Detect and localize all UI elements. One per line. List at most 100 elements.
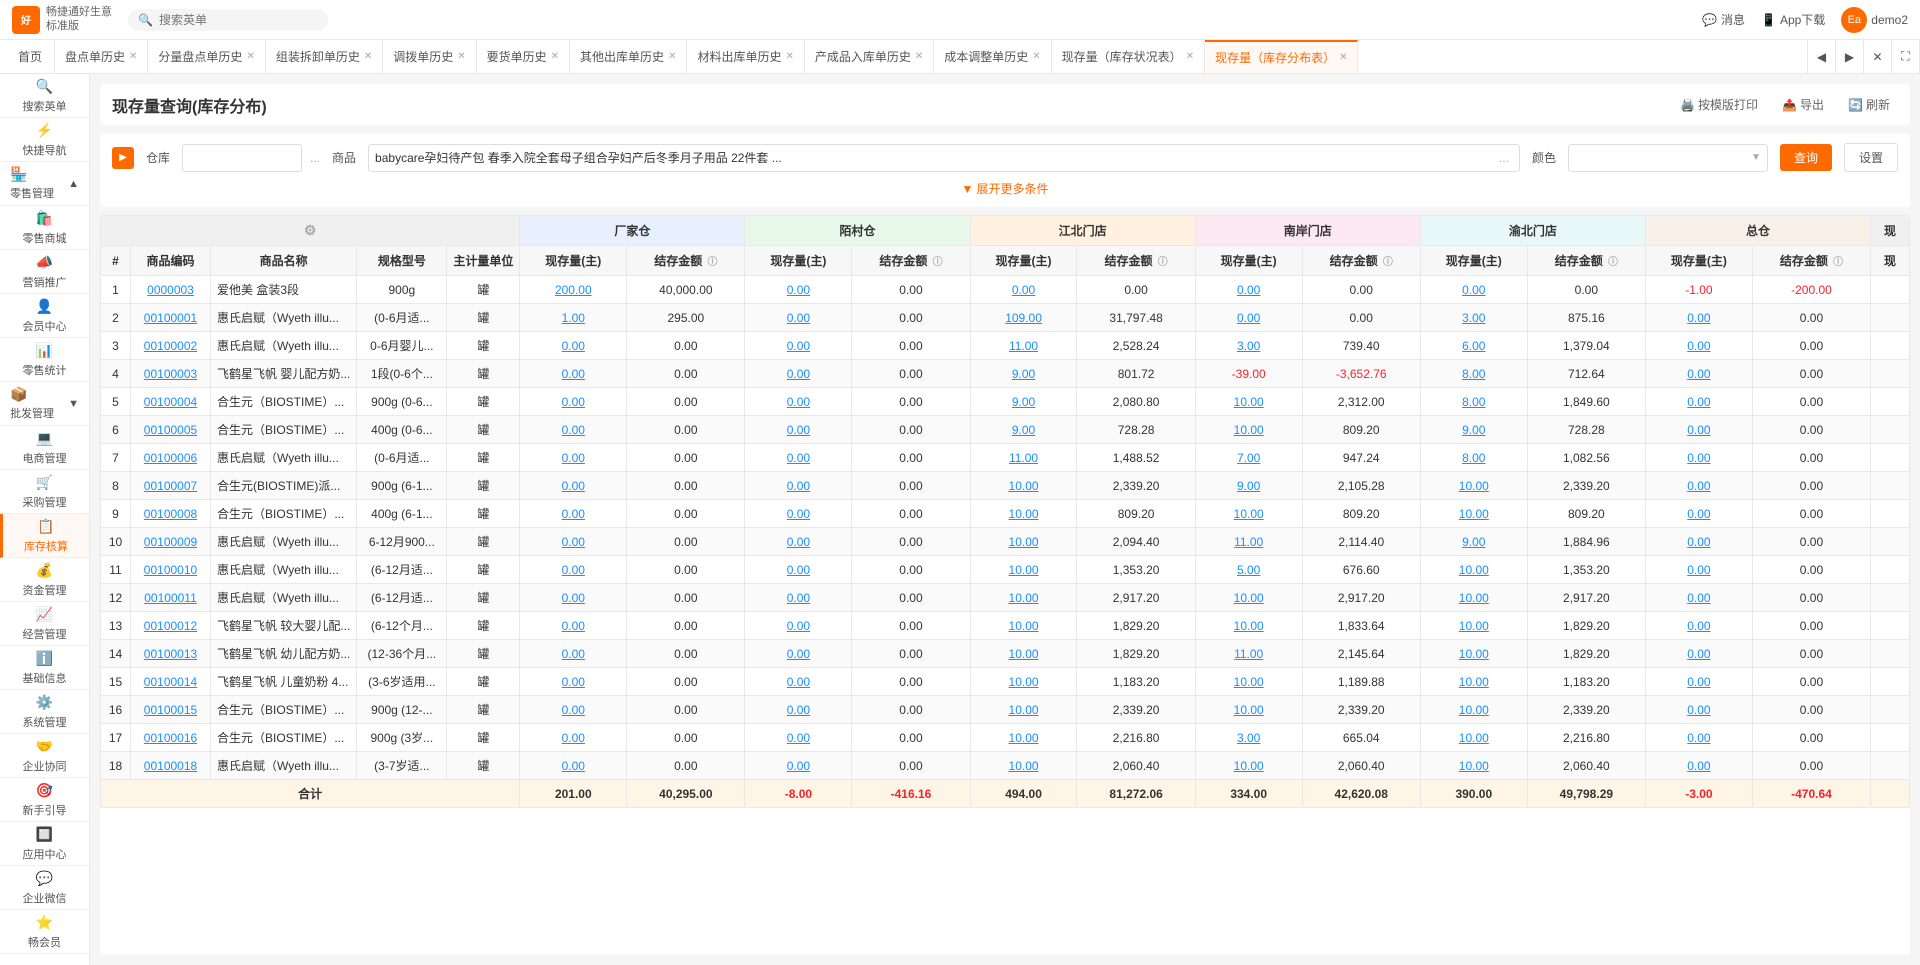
message-btn[interactable]: 💬 消息 bbox=[1702, 11, 1745, 28]
close-icon[interactable]: ✕ bbox=[1032, 51, 1040, 62]
sidebar-item-purchasing[interactable]: 🛒 采购管理 bbox=[0, 470, 89, 514]
sidebar-item-finance[interactable]: 💰 资金管理 bbox=[0, 558, 89, 602]
sidebar-item-label: 零售商城 bbox=[23, 230, 67, 246]
close-icon[interactable]: ✕ bbox=[1186, 51, 1194, 62]
info-icon[interactable]: ⓘ bbox=[1158, 257, 1168, 268]
close-icon[interactable]: ✕ bbox=[668, 51, 676, 62]
tab-chanchengpin[interactable]: 产成品入库单历史 ✕ bbox=[805, 40, 934, 74]
sidebar-item-marketing[interactable]: 📣 营销推广 bbox=[0, 250, 89, 294]
sidebar-item-label: 零售管理 bbox=[10, 185, 54, 201]
table-row: 800100007合生元(BIOSTIME)派...900g (6-1...罐0… bbox=[101, 472, 1910, 500]
export-icon: 📤 bbox=[1782, 98, 1797, 112]
filter-toggle-btn[interactable]: ▶ bbox=[112, 147, 134, 169]
info-icon[interactable]: ⓘ bbox=[708, 257, 718, 268]
search-wrap[interactable]: 🔍 bbox=[128, 9, 328, 31]
close-icon[interactable]: ✕ bbox=[129, 51, 137, 62]
table-row: 700100006惠氏启赋（Wyeth illu...(0-6月适...罐0.0… bbox=[101, 444, 1910, 472]
tab-xiancunliang-fenbiao[interactable]: 现存量（库存分布表） ✕ bbox=[1205, 40, 1358, 74]
warehouse-input[interactable] bbox=[182, 144, 302, 172]
sidebar-item-appcenter[interactable]: 🔲 应用中心 bbox=[0, 822, 89, 866]
table-col-group-row: ⚙ 厂家仓 陌村仓 江北门店 南岸门店 渝北门店 总仓 现 bbox=[101, 216, 1910, 246]
sidebar-item-operations[interactable]: 📈 经营管理 bbox=[0, 602, 89, 646]
refresh-btn[interactable]: 🔄 刷新 bbox=[1840, 92, 1898, 117]
sidebar-item-retail-mgmt[interactable]: 🏪 零售管理 ▲ bbox=[0, 162, 89, 206]
close-icon[interactable]: ✕ bbox=[915, 51, 923, 62]
tab-zuhe[interactable]: 组装拆卸单历史 ✕ bbox=[266, 40, 383, 74]
enterprise-icon: 🤝 bbox=[36, 738, 53, 755]
close-icon[interactable]: ✕ bbox=[1339, 52, 1347, 63]
sidebar-item-quicknav[interactable]: ⚡ 快捷导航 bbox=[0, 118, 89, 162]
nav-prev-btn[interactable]: ◀ bbox=[1808, 40, 1836, 74]
marketing-icon: 📣 bbox=[36, 254, 53, 271]
query-btn[interactable]: 查询 bbox=[1780, 144, 1832, 171]
sidebar-item-basics[interactable]: ℹ️ 基础信息 bbox=[0, 646, 89, 690]
nav-close-btn[interactable]: ✕ bbox=[1864, 40, 1892, 74]
close-icon[interactable]: ✕ bbox=[785, 51, 793, 62]
sidebar-item-label: 基础信息 bbox=[23, 670, 67, 686]
table-wrap: ⚙ 厂家仓 陌村仓 江北门店 南岸门店 渝北门店 总仓 现 # 商品编码 商品名… bbox=[100, 215, 1910, 955]
search-input[interactable] bbox=[159, 13, 309, 27]
th-mucun: 陌村仓 bbox=[745, 216, 970, 246]
sidebar-item-label: 应用中心 bbox=[23, 846, 67, 862]
sidebar-item-ecommerce[interactable]: 💻 电商管理 bbox=[0, 426, 89, 470]
tab-yaohuo[interactable]: 要货单历史 ✕ bbox=[477, 40, 570, 74]
expand-conditions-btn[interactable]: ▼ 展开更多条件 bbox=[962, 180, 1049, 197]
sidebar-item-inventory[interactable]: 📋 库存核算 bbox=[0, 514, 89, 558]
sidebar-item-system[interactable]: ⚙️ 系统管理 bbox=[0, 690, 89, 734]
settings-btn[interactable]: 设置 bbox=[1844, 143, 1898, 172]
expand-label: 展开更多条件 bbox=[976, 180, 1048, 197]
sidebar-item-members[interactable]: 👤 会员中心 bbox=[0, 294, 89, 338]
sidebar-item-wholesale-mgmt[interactable]: 📦 批发管理 ▼ bbox=[0, 382, 89, 426]
tab-home[interactable]: 首页 bbox=[6, 40, 55, 74]
purchasing-icon: 🛒 bbox=[36, 474, 53, 491]
col-settings-icon[interactable]: ⚙ bbox=[304, 222, 317, 238]
sidebar-item-label: 采购管理 bbox=[23, 494, 67, 510]
sidebar-item-retail-stats[interactable]: 📊 零售统计 bbox=[0, 338, 89, 382]
data-table: ⚙ 厂家仓 陌村仓 江北门店 南岸门店 渝北门店 总仓 现 # 商品编码 商品名… bbox=[100, 215, 1910, 808]
main-layout: 🔍 搜索英单 ⚡ 快捷导航 🏪 零售管理 ▲ 🛍️ 零售商城 📣 营销推广 👤 … bbox=[0, 74, 1920, 965]
warehouse-label: 仓库 bbox=[146, 149, 170, 166]
avatar: Ea bbox=[1841, 7, 1867, 33]
info-icon[interactable]: ⓘ bbox=[933, 257, 943, 268]
warehouse-input-wrap[interactable]: ... bbox=[182, 144, 320, 172]
app-download-btn[interactable]: 📱 App下载 bbox=[1761, 11, 1825, 28]
sidebar-item-weixin[interactable]: 💬 企业微信 bbox=[0, 866, 89, 910]
sidebar-item-retail-mall[interactable]: 🛍️ 零售商城 bbox=[0, 206, 89, 250]
search-icon: 🔍 bbox=[138, 13, 153, 27]
tab-qita[interactable]: 其他出库单历史 ✕ bbox=[570, 40, 687, 74]
print-btn[interactable]: 🖨️ 按模版打印 bbox=[1672, 92, 1766, 117]
sidebar-item-vip[interactable]: ⭐ 畅会员 bbox=[0, 910, 89, 954]
tab-diaoboo[interactable]: 调拨单历史 ✕ bbox=[383, 40, 476, 74]
tab-fenpandian[interactable]: 分量盘点单历史 ✕ bbox=[148, 40, 265, 74]
info-icon[interactable]: ⓘ bbox=[1608, 257, 1618, 268]
tab-xiancunliang-kuangkuang[interactable]: 现存量（库存状况表） ✕ bbox=[1052, 40, 1205, 74]
sidebar-item-label: 库存核算 bbox=[24, 538, 68, 554]
user-menu[interactable]: Ea demo2 bbox=[1841, 7, 1908, 33]
close-icon[interactable]: ✕ bbox=[457, 51, 465, 62]
sidebar-item-search[interactable]: 🔍 搜索英单 bbox=[0, 74, 89, 118]
nav-next-btn[interactable]: ▶ bbox=[1836, 40, 1864, 74]
sidebar-item-label: 快捷导航 bbox=[23, 142, 67, 158]
table-row: 300100002惠氏启赋（Wyeth illu...0-6月婴儿...罐0.0… bbox=[101, 332, 1910, 360]
stats-icon: 📊 bbox=[36, 342, 53, 359]
retail-icon: 🏪 bbox=[10, 166, 27, 183]
tab-chengben[interactable]: 成本调整单历史 ✕ bbox=[934, 40, 1051, 74]
info-icon[interactable]: ⓘ bbox=[1383, 257, 1393, 268]
sidebar-item-label: 电商管理 bbox=[23, 450, 67, 466]
th-base: ⚙ bbox=[101, 216, 520, 246]
sidebar-item-enterprise[interactable]: 🤝 企业协同 bbox=[0, 734, 89, 778]
table-body: 10000003爱他美 盒装3段900g罐200.0040,000.000.00… bbox=[101, 276, 1910, 808]
close-icon[interactable]: ✕ bbox=[246, 51, 254, 62]
sidebar-item-guide[interactable]: 🎯 新手引导 bbox=[0, 778, 89, 822]
table-row: 400100003飞鹤星飞帆 婴儿配方奶...1段(0-6个...罐0.000.… bbox=[101, 360, 1910, 388]
tab-cailiao[interactable]: 材料出库单历史 ✕ bbox=[687, 40, 804, 74]
product-search-wrap[interactable]: babycare孕妇待产包 春季入院全套母子组合孕妇产后冬季月子用品 22件套 … bbox=[368, 144, 1520, 172]
nav-expand-btn[interactable]: ⛶ bbox=[1892, 40, 1920, 74]
table-row: 1600100015合生元（BIOSTIME）...900g (12-...罐0… bbox=[101, 696, 1910, 724]
close-icon[interactable]: ✕ bbox=[551, 51, 559, 62]
tab-pandian[interactable]: 盘点单历史 ✕ bbox=[55, 40, 148, 74]
close-icon[interactable]: ✕ bbox=[364, 51, 372, 62]
color-select-wrap[interactable]: ▼ bbox=[1568, 144, 1768, 172]
info-icon[interactable]: ⓘ bbox=[1833, 257, 1843, 268]
export-btn[interactable]: 📤 导出 bbox=[1774, 92, 1832, 117]
